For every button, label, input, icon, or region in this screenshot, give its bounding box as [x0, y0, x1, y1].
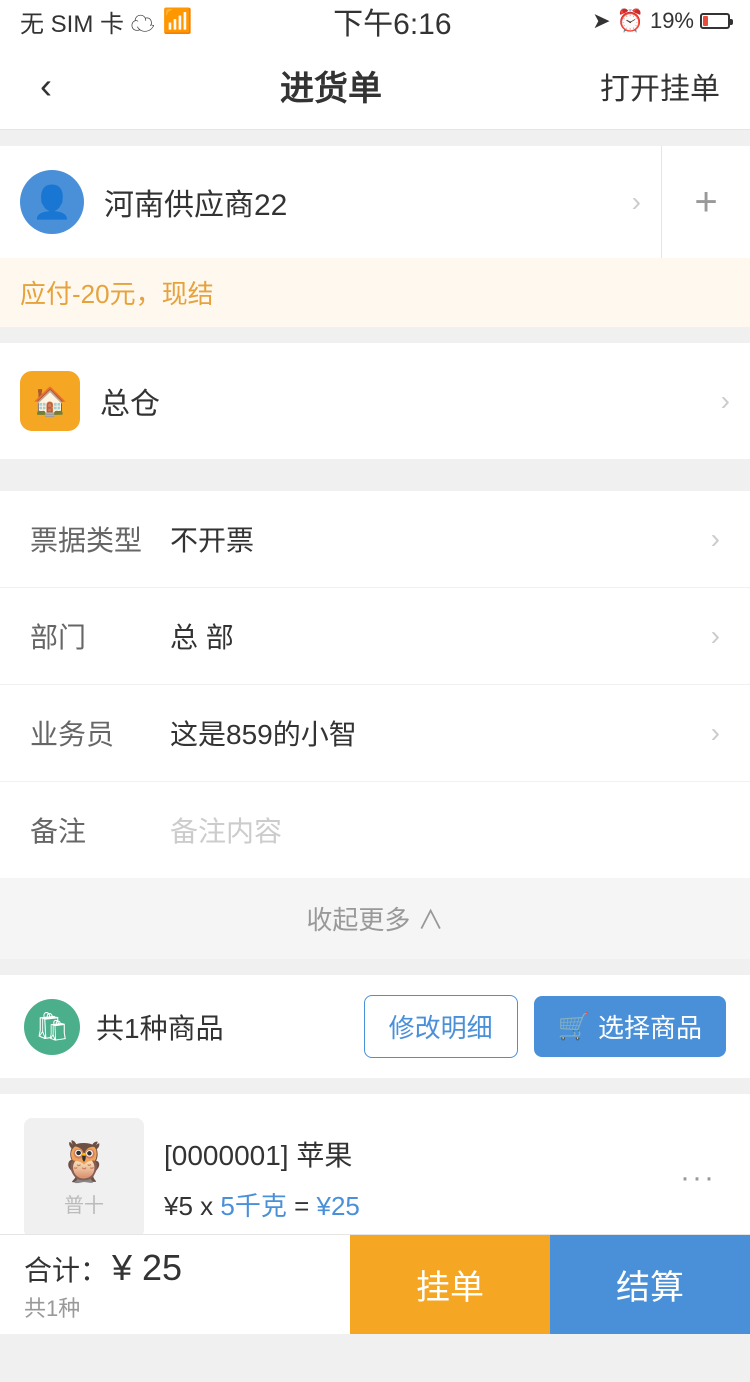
- supplier-chevron-icon: ›: [632, 186, 641, 218]
- open-hang-button[interactable]: 打开挂单: [600, 64, 720, 108]
- invoice-type-chevron-icon: ›: [711, 523, 720, 555]
- warehouse-selector[interactable]: 🏠 总仓 ›: [0, 343, 750, 459]
- checkout-button[interactable]: 结算: [550, 1235, 750, 1334]
- status-right: ➤ ⏰ 19%: [592, 8, 730, 34]
- back-button[interactable]: ‹: [30, 55, 62, 117]
- supplier-avatar-icon: 👤: [32, 183, 72, 221]
- products-header: 🛍 共1种商品 修改明细 🛒 选择商品: [0, 975, 750, 1078]
- product-title: 苹果: [296, 1140, 352, 1171]
- equals-sign: =: [294, 1191, 316, 1221]
- payment-hint: 应付-20元，现结: [0, 258, 750, 327]
- salesman-chevron-icon: ›: [711, 717, 720, 749]
- department-chevron-icon: ›: [711, 620, 720, 652]
- remark-row[interactable]: 备注 备注内容: [0, 782, 750, 878]
- invoice-type-label: 票据类型: [30, 519, 150, 559]
- department-label: 部门: [30, 616, 150, 656]
- nav-bar: ‹ 进货单 打开挂单: [0, 42, 750, 130]
- remark-input[interactable]: 备注内容: [150, 810, 720, 850]
- product-thumbnail: 🦉 普十: [24, 1118, 144, 1238]
- status-time: 下午6:16: [333, 0, 451, 43]
- quantity: 5千克: [220, 1191, 286, 1221]
- total-label: 合计：: [24, 1249, 108, 1289]
- supplier-name: 河南供应商22: [104, 180, 622, 224]
- cart-icon: 🛒: [558, 1011, 590, 1042]
- wifi-icon: 📶: [163, 7, 193, 36]
- total-count: 共1种: [24, 1291, 326, 1323]
- page-title: 进货单: [280, 61, 382, 110]
- battery-label: 19%: [650, 8, 694, 34]
- select-product-button[interactable]: 🛒 选择商品: [534, 996, 726, 1057]
- edit-detail-button[interactable]: 修改明细: [364, 995, 518, 1058]
- product-name: [0000001] 苹果: [164, 1134, 650, 1174]
- product-info: [0000001] 苹果 ¥5 x 5千克 = ¥25: [164, 1134, 650, 1223]
- bottom-bar: 合计： ¥ 25 共1种 挂单 结算: [0, 1234, 750, 1334]
- supplier-selector[interactable]: 👤 河南供应商22 ›: [0, 146, 662, 258]
- hang-button[interactable]: 挂单: [350, 1235, 550, 1334]
- salesman-label: 业务员: [30, 713, 150, 753]
- unit-price: ¥5: [164, 1191, 193, 1221]
- location-icon: ➤: [592, 8, 610, 34]
- products-icon: 🛍: [24, 999, 80, 1055]
- form-section: 票据类型 不开票 › 部门 总 部 › 业务员 这是859的小智 › 备注 备注…: [0, 491, 750, 878]
- supplier-section: 👤 河南供应商22 › +: [0, 146, 750, 258]
- products-count: 共1种商品: [96, 1007, 348, 1047]
- collapse-button[interactable]: 收起更多 ∧: [0, 878, 750, 959]
- total-section: 合计： ¥ 25 共1种: [0, 1235, 350, 1334]
- alarm-icon: ⏰: [617, 8, 644, 34]
- separator-2: [0, 475, 750, 491]
- home-icon: 🏠: [33, 385, 68, 418]
- invoice-type-row[interactable]: 票据类型 不开票 ›: [0, 491, 750, 588]
- department-row[interactable]: 部门 总 部 ›: [0, 588, 750, 685]
- total-price: ¥25: [317, 1191, 360, 1221]
- total-amount: ¥ 25: [112, 1247, 182, 1289]
- separator-1: [0, 130, 750, 146]
- product-price-row: ¥5 x 5千克 = ¥25: [164, 1186, 650, 1223]
- product-code: [0000001]: [164, 1140, 289, 1171]
- remark-label: 备注: [30, 810, 150, 850]
- sim-label: 无 SIM 卡 ☁: [20, 4, 155, 39]
- department-value: 总 部: [150, 616, 701, 656]
- bag-icon: 🛍: [34, 1010, 70, 1043]
- battery-icon: [700, 13, 730, 29]
- warehouse-icon: 🏠: [20, 371, 80, 431]
- warehouse-chevron-icon: ›: [721, 385, 730, 417]
- salesman-row[interactable]: 业务员 这是859的小智 ›: [0, 685, 750, 782]
- invoice-type-value: 不开票: [150, 519, 701, 559]
- product-more-button[interactable]: ···: [670, 1151, 726, 1205]
- status-bar: 无 SIM 卡 ☁ 📶 下午6:16 ➤ ⏰ 19%: [0, 0, 750, 42]
- product-thumb-owl-icon: 🦉: [59, 1138, 109, 1185]
- product-thumb-text: 普十: [64, 1189, 104, 1218]
- supplier-add-button[interactable]: +: [662, 146, 750, 258]
- supplier-avatar: 👤: [20, 170, 84, 234]
- multiply-sign: x: [200, 1191, 220, 1221]
- status-left: 无 SIM 卡 ☁ 📶: [20, 4, 193, 39]
- warehouse-name: 总仓: [100, 379, 711, 423]
- salesman-value: 这是859的小智: [150, 713, 701, 753]
